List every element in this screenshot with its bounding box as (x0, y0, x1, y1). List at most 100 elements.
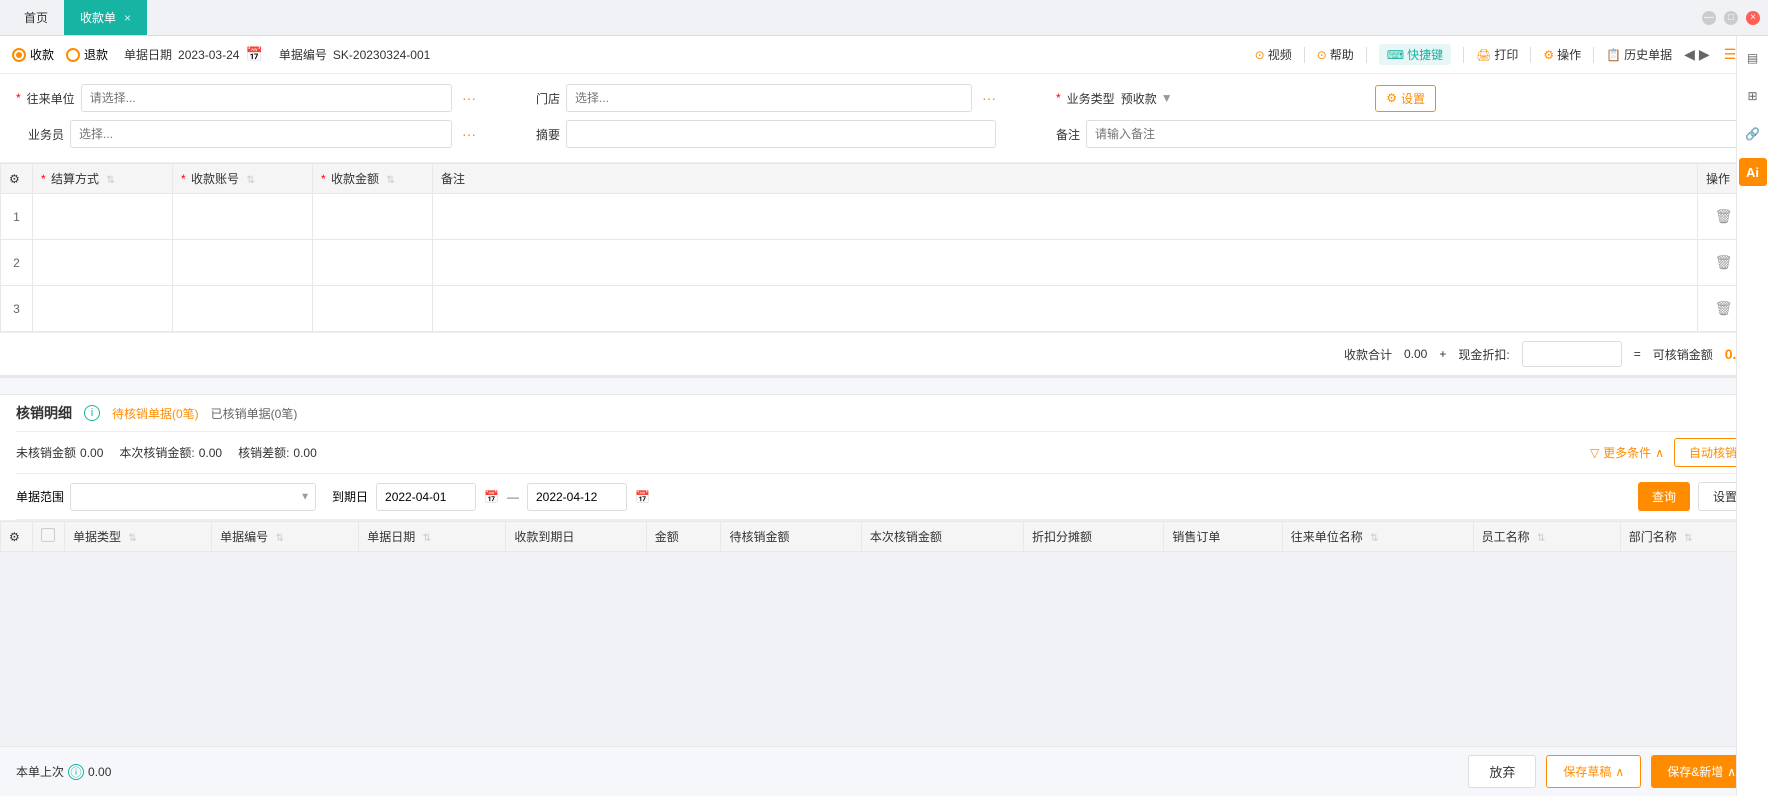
remark-field: 备注 (1056, 120, 1752, 148)
settings-button[interactable]: ⚙ 设置 (1375, 85, 1436, 112)
footer-value: 0.00 (88, 765, 111, 779)
pending-tab[interactable]: 待核销单据(0笔) (112, 405, 199, 422)
row3-amount[interactable] (313, 286, 433, 332)
history-link[interactable]: 📋 历史单据 (1606, 46, 1672, 63)
print-link[interactable]: 🖨 打印 (1476, 46, 1518, 63)
radio-receipt[interactable]: 收款 (12, 46, 54, 63)
row2-remark[interactable] (433, 240, 1698, 286)
bt-due-header: 收款到期日 (506, 522, 646, 552)
summary-input[interactable] (566, 120, 996, 148)
row1-settle[interactable] (33, 194, 173, 240)
summary-label: 摘要 (536, 126, 560, 143)
nuclear-section: 核销明细 i 待核销单据(0笔) 已核销单据(0笔) 未核销金额 0.00 本次… (0, 395, 1768, 520)
bt-check-header[interactable] (33, 522, 65, 552)
nuclear-title: 核销明细 (16, 403, 72, 423)
close-button[interactable]: × (1746, 11, 1760, 25)
amount-required: * (321, 172, 326, 186)
minimize-button[interactable]: — (1702, 11, 1716, 25)
bt-dept-sort[interactable]: ⇅ (1684, 533, 1692, 544)
sidebar-table-icon[interactable]: ▤ (1739, 44, 1767, 72)
amount-sort-icon[interactable]: ⇅ (386, 175, 394, 186)
biz-type-field: * 业务类型 预收款 ▼ ⚙ 设置 (1056, 85, 1436, 112)
row2-delete-icon[interactable]: 🗑 (1715, 254, 1733, 271)
current-label: 本次核销金额: (119, 444, 194, 461)
remark-input[interactable] (1086, 120, 1752, 148)
row3-settle[interactable] (33, 286, 173, 332)
video-icon: ⊙ (1255, 48, 1265, 62)
operation-link[interactable]: ⚙ 操作 (1543, 46, 1581, 63)
salesman-label: 业务员 (28, 126, 64, 143)
bt-staff-sort[interactable]: ⇅ (1537, 533, 1545, 544)
abandon-button[interactable]: 放弃 (1468, 755, 1536, 788)
tab-receipt[interactable]: 收款单 × (64, 0, 147, 35)
row3-account[interactable] (173, 286, 313, 332)
bt-gear-header[interactable]: ⚙ (1, 522, 33, 552)
table-gear-header[interactable]: ⚙ (1, 164, 33, 194)
bt-partner-sort[interactable]: ⇅ (1370, 533, 1378, 544)
account-sort-icon[interactable]: ⇅ (246, 175, 254, 186)
biz-type-label: 业务类型 (1067, 90, 1115, 107)
th-amount: * 收款金额 ⇅ (313, 164, 433, 194)
maximize-button[interactable]: □ (1724, 11, 1738, 25)
store-more-icon[interactable]: ··· (982, 90, 996, 106)
salesman-more-icon[interactable]: ··· (462, 126, 476, 142)
discount-input[interactable] (1522, 341, 1622, 367)
sidebar-ai-icon[interactable]: Ai (1739, 158, 1767, 186)
biz-type-arrow[interactable]: ▼ (1161, 91, 1173, 105)
bt-no-sort[interactable]: ⇅ (276, 533, 284, 544)
sidebar-grid-icon[interactable]: ⊞ (1739, 82, 1767, 110)
nuclear-info-icon[interactable]: i (84, 405, 100, 421)
due-start-input[interactable] (376, 483, 476, 511)
bt-type-sort[interactable]: ⇅ (128, 533, 136, 544)
due-end-input[interactable] (527, 483, 627, 511)
calendar-icon[interactable]: 📅 (245, 46, 262, 63)
settle-sort-icon[interactable]: ⇅ (106, 175, 114, 186)
help-label: 帮助 (1330, 46, 1354, 63)
video-link[interactable]: ⊙ 视频 (1255, 46, 1292, 63)
th-account: * 收款账号 ⇅ (173, 164, 313, 194)
row1-amount[interactable] (313, 194, 433, 240)
help-link[interactable]: ⊙ 帮助 (1317, 46, 1354, 63)
range-select[interactable] (70, 483, 316, 511)
bt-type-label: 单据类型 (73, 530, 121, 544)
date-value: 2023-03-24 (178, 48, 239, 62)
tab-close-icon[interactable]: × (124, 11, 131, 25)
due-end-cal-icon[interactable]: 📅 (635, 490, 650, 504)
row1-remark[interactable] (433, 194, 1698, 240)
prev-arrow[interactable]: ◀ (1684, 46, 1695, 63)
shortcut-link[interactable]: ⌨ 快捷键 (1379, 44, 1451, 65)
due-start-cal-icon[interactable]: 📅 (484, 490, 499, 504)
data-table-wrap: ⚙ * 结算方式 ⇅ * 收款账号 ⇅ * (0, 163, 1768, 332)
history-label: 历史单据 (1624, 46, 1672, 63)
tab-home[interactable]: 首页 (8, 0, 64, 35)
operation-label: 操作 (1557, 46, 1581, 63)
nuclear-header: 核销明细 i 待核销单据(0笔) 已核销单据(0笔) (16, 395, 1752, 432)
sidebar-link-icon[interactable]: 🔗 (1739, 120, 1767, 148)
bt-no-label: 单据编号 (220, 530, 268, 544)
bt-date-header: 单据日期 ⇅ (359, 522, 506, 552)
row2-amount[interactable] (313, 240, 433, 286)
partner-more-icon[interactable]: ··· (462, 90, 476, 106)
query-button[interactable]: 查询 (1638, 482, 1690, 511)
footer-actions: 放弃 保存草稿 ∧ 保存&新增 ∧ (1468, 755, 1752, 788)
store-input[interactable] (566, 84, 972, 112)
footer-info-icon[interactable]: ⓘ (68, 764, 84, 780)
th-remark: 备注 (433, 164, 1698, 194)
row3-delete-icon[interactable]: 🗑 (1715, 300, 1733, 317)
row1-delete-icon[interactable]: 🗑 (1715, 208, 1733, 225)
partner-input[interactable] (81, 84, 452, 112)
done-tab[interactable]: 已核销单据(0笔) (211, 405, 298, 422)
row2-account[interactable] (173, 240, 313, 286)
more-conditions-btn[interactable]: ▽ 更多条件 ∧ (1590, 444, 1664, 461)
bt-check-all[interactable] (41, 528, 55, 542)
next-arrow[interactable]: ▶ (1699, 46, 1710, 63)
row2-settle[interactable] (33, 240, 173, 286)
radio-refund[interactable]: 退款 (66, 46, 108, 63)
store-label: 门店 (536, 90, 560, 107)
save-draft-button[interactable]: 保存草稿 ∧ (1546, 755, 1641, 788)
salesman-input[interactable] (70, 120, 452, 148)
row3-remark[interactable] (433, 286, 1698, 332)
section-divider (0, 375, 1768, 395)
row1-account[interactable] (173, 194, 313, 240)
bt-date-sort[interactable]: ⇅ (423, 533, 431, 544)
